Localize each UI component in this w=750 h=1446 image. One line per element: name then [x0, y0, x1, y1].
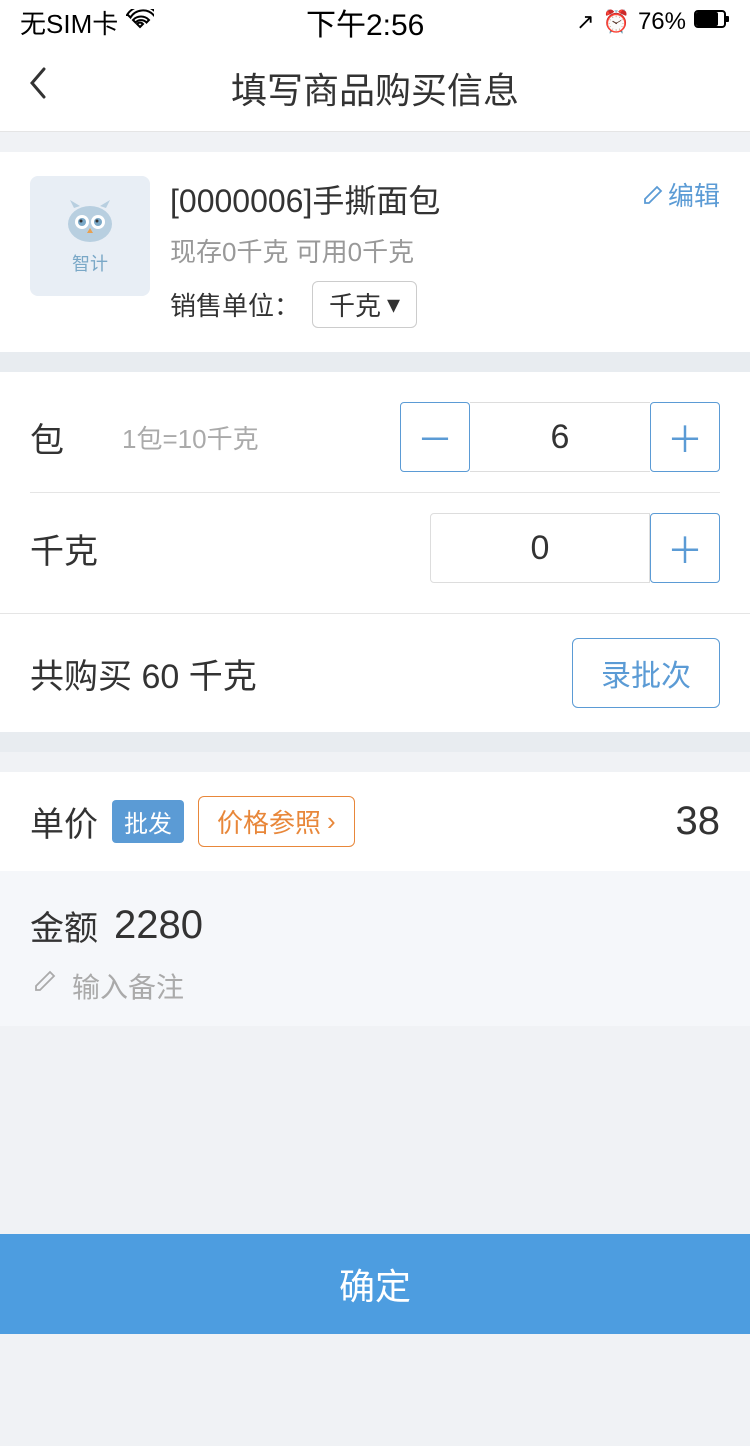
nav-bar: 填写商品购买信息: [0, 44, 750, 132]
note-row[interactable]: 输入备注: [30, 966, 720, 1006]
status-bar: 无SIM卡 下午2:56 ↗ ⏰ 76%: [0, 0, 750, 44]
product-card: 智计 [0000006]手撕面包 编辑 现存0千克 可用0千克 销售单位： 千克…: [0, 152, 750, 352]
note-icon: [30, 968, 58, 1004]
confirm-button[interactable]: 确定: [0, 1234, 750, 1334]
kg-plus-button[interactable]: ＋: [650, 513, 720, 583]
product-image: 智计: [30, 176, 150, 296]
divider-1: [30, 492, 720, 493]
price-value: 38: [676, 799, 721, 844]
back-button[interactable]: [24, 61, 52, 115]
alarm-icon: ⏰: [603, 9, 630, 35]
bag-row: 包 1包=10千克 － ＋: [30, 402, 720, 472]
bag-plus-button[interactable]: ＋: [650, 402, 720, 472]
product-stock: 现存0千克 可用0千克: [170, 232, 720, 269]
total-section: 共购买 60 千克 录批次: [0, 613, 750, 732]
separator-2: [0, 732, 750, 752]
status-right: ↗ ⏰ 76%: [576, 8, 730, 36]
battery-icon: [694, 8, 730, 36]
battery-text: 76%: [638, 8, 686, 36]
kg-qty-control: ＋: [430, 513, 720, 583]
bag-qty-input[interactable]: [470, 402, 650, 472]
separator-1: [0, 352, 750, 372]
unit-select[interactable]: 千克 ▾: [312, 281, 417, 328]
bag-hint: 1包=10千克: [122, 419, 400, 456]
total-text: 共购买 60 千克: [30, 649, 257, 698]
amount-row: 金额 2280: [30, 901, 720, 950]
brand-text: 智计: [72, 250, 108, 276]
bag-qty-control: － ＋: [400, 402, 720, 472]
wifi-icon: [126, 7, 154, 38]
bag-input-section: 包 1包=10千克 － ＋ 千克 ＋: [0, 372, 750, 613]
product-info: [0000006]手撕面包 编辑 现存0千克 可用0千克 销售单位： 千克 ▾: [170, 176, 720, 328]
amount-section: 金额 2280 输入备注: [0, 871, 750, 1026]
amount-label: 金额: [30, 901, 98, 950]
kg-label: 千克: [30, 524, 110, 573]
kg-qty-input[interactable]: [430, 513, 650, 583]
amount-value: 2280: [114, 903, 203, 948]
confirm-btn-label: 确定: [339, 1258, 411, 1310]
location-icon: ↗: [576, 9, 594, 35]
chevron-down-icon: ▾: [387, 289, 400, 320]
price-label: 单价: [30, 797, 98, 846]
status-carrier: 无SIM卡: [20, 4, 154, 41]
product-unit-row: 销售单位： 千克 ▾: [170, 281, 720, 328]
bag-minus-button[interactable]: －: [400, 402, 470, 472]
carrier-text: 无SIM卡: [20, 4, 118, 41]
price-section: 单价 批发 价格参照 › 38: [0, 772, 750, 871]
edit-button[interactable]: 编辑: [642, 176, 720, 213]
price-ref-button[interactable]: 价格参照 ›: [198, 796, 355, 847]
price-tag: 批发: [112, 800, 184, 843]
page-title: 填写商品购买信息: [231, 62, 519, 114]
batch-button[interactable]: 录批次: [572, 638, 720, 708]
chevron-right-icon: ›: [327, 806, 336, 837]
kg-row: 千克 ＋: [30, 513, 720, 583]
bag-label: 包: [30, 413, 110, 462]
status-time: 下午2:56: [306, 0, 424, 44]
product-name: [0000006]手撕面包: [170, 176, 440, 222]
note-placeholder[interactable]: 输入备注: [72, 966, 184, 1006]
